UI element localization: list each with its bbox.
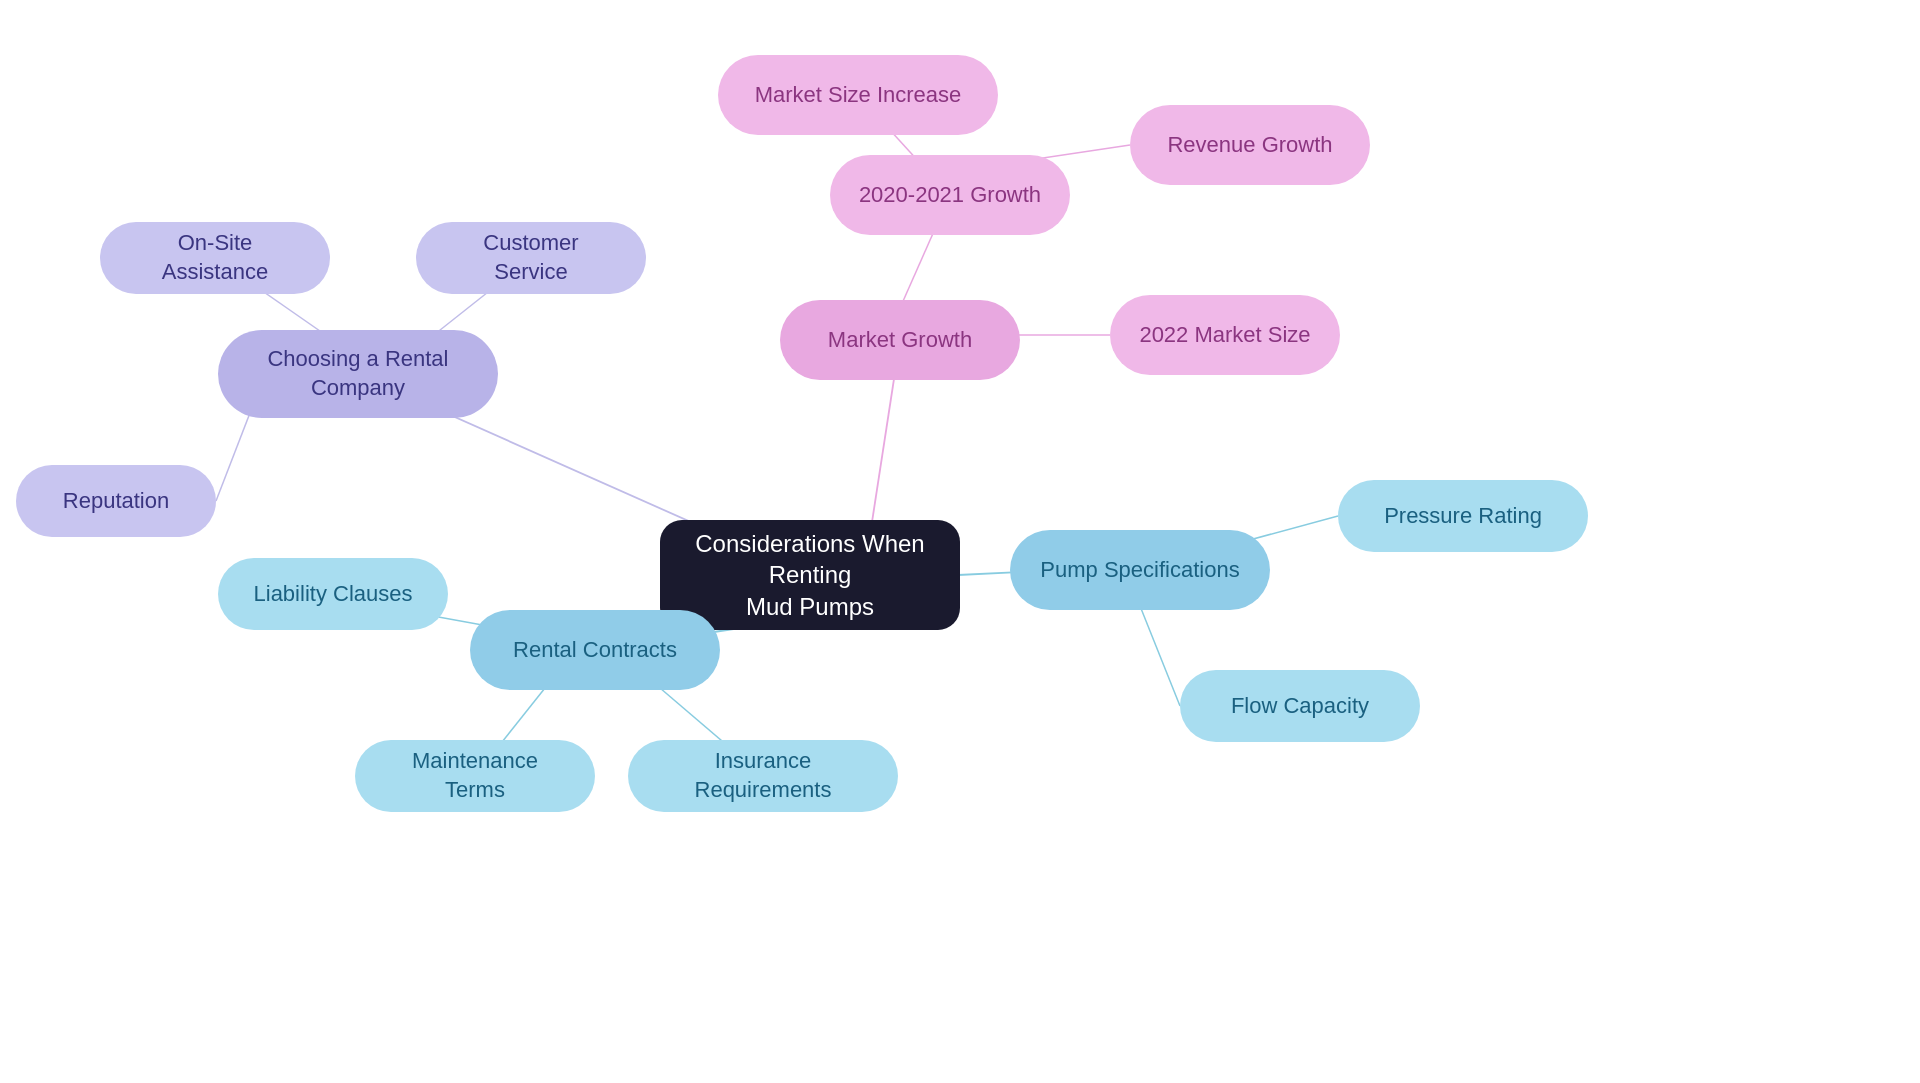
node-market-size-increase: Market Size Increase xyxy=(718,55,998,135)
node-on-site-assistance: On-Site Assistance xyxy=(100,222,330,294)
node-maintenance-terms: Maintenance Terms xyxy=(355,740,595,812)
node-choosing-rental: Choosing a Rental Company xyxy=(218,330,498,418)
node-pump-specifications: Pump Specifications xyxy=(1010,530,1270,610)
center-node: Considerations When Renting Mud Pumps xyxy=(660,520,960,630)
svg-line-15 xyxy=(1140,606,1180,706)
node-liability-clauses: Liability Clauses xyxy=(218,558,448,630)
node-revenue-growth: Revenue Growth xyxy=(1130,105,1370,185)
node-pressure-rating: Pressure Rating xyxy=(1338,480,1588,552)
mindmap-container: Considerations When Renting Mud Pumps Ch… xyxy=(0,0,1920,1083)
node-customer-service: Customer Service xyxy=(416,222,646,294)
node-insurance-requirements: Insurance Requirements xyxy=(628,740,898,812)
node-flow-capacity: Flow Capacity xyxy=(1180,670,1420,742)
node-2020-2021-growth: 2020-2021 Growth xyxy=(830,155,1070,235)
node-market-growth: Market Growth xyxy=(780,300,1020,380)
node-2022-market-size: 2022 Market Size xyxy=(1110,295,1340,375)
node-rental-contracts: Rental Contracts xyxy=(470,610,720,690)
node-reputation: Reputation xyxy=(16,465,216,537)
